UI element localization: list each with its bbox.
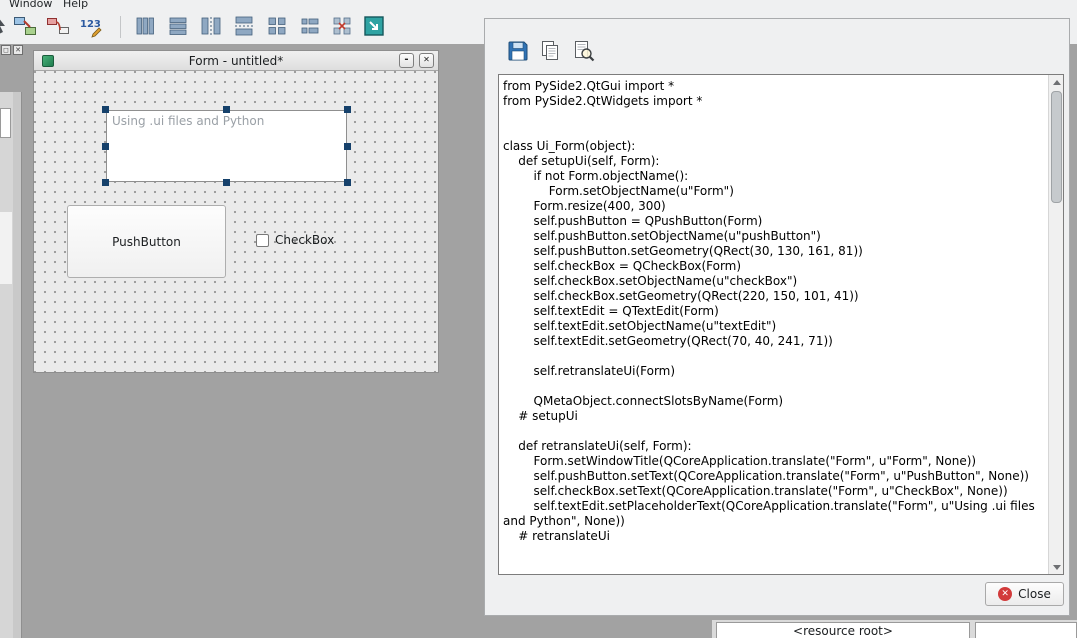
resource-browser-fragment: <resource root> xyxy=(712,620,1077,638)
save-icon[interactable] xyxy=(506,39,530,63)
minimize-button[interactable]: - xyxy=(399,53,414,68)
menu-help[interactable]: Help xyxy=(63,0,88,10)
scroll-down-icon[interactable] xyxy=(1049,560,1064,574)
break-layout-icon[interactable] xyxy=(330,14,354,38)
selection-handle[interactable] xyxy=(102,179,109,186)
layout-vertical-splitter-icon[interactable] xyxy=(232,14,256,38)
form-window-titlebar[interactable]: Form - untitled* - ✕ xyxy=(34,51,438,71)
layout-horizontal-splitter-icon[interactable] xyxy=(199,14,223,38)
scroll-up-icon[interactable] xyxy=(1049,75,1064,89)
generated-python-code: from PySide2.QtGui import * from PySide2… xyxy=(499,75,1047,574)
menubar: Window Help xyxy=(0,0,1077,10)
code-scrollbar[interactable] xyxy=(1048,75,1063,574)
dock-titlebar-buttons: ◻ ✕ xyxy=(1,45,23,55)
dock-float-icon[interactable]: ◻ xyxy=(1,45,11,55)
checkbox-widget[interactable]: CheckBox xyxy=(256,233,334,247)
find-preview-icon[interactable] xyxy=(572,39,596,63)
layout-form-icon[interactable] xyxy=(298,14,322,38)
widget-box-filter-fragment[interactable] xyxy=(0,108,11,138)
edit-widgets-icon[interactable] xyxy=(0,14,12,38)
scrollbar-thumb[interactable] xyxy=(1051,91,1062,203)
layout-horizontal-icon[interactable] xyxy=(133,14,157,38)
checkbox-box[interactable] xyxy=(256,234,269,247)
selection-handle[interactable] xyxy=(102,143,109,150)
selection-handle[interactable] xyxy=(344,106,351,113)
svg-text:123: 123 xyxy=(80,19,101,30)
selection-handle[interactable] xyxy=(223,179,230,186)
edit-tab-order-icon[interactable]: 123 xyxy=(79,14,103,38)
pushbutton-widget[interactable]: PushButton xyxy=(67,205,226,278)
dialog-close-button[interactable]: ✕ Close xyxy=(985,582,1064,606)
selection-handle[interactable] xyxy=(344,143,351,150)
edit-buddies-icon[interactable] xyxy=(46,14,70,38)
widget-box-panel-edge xyxy=(0,92,13,638)
layout-vertical-icon[interactable] xyxy=(166,14,190,38)
checkbox-label: CheckBox xyxy=(275,233,334,247)
toolbar-separator xyxy=(120,16,121,38)
textedit-widget[interactable]: Using .ui files and Python xyxy=(106,110,347,182)
code-preview-dialog: from PySide2.QtGui import * from PySide2… xyxy=(484,18,1070,616)
form-canvas[interactable]: Using .ui files and Python PushButton Ch… xyxy=(34,71,438,372)
resource-root-item[interactable]: <resource root> xyxy=(716,622,970,638)
selection-handle[interactable] xyxy=(344,179,351,186)
widget-box-dock-fragment xyxy=(0,92,22,638)
resource-side-panel xyxy=(975,622,1077,638)
adjust-size-icon[interactable] xyxy=(362,14,386,38)
dock-close-icon[interactable]: ✕ xyxy=(13,45,23,55)
edit-signals-slots-icon[interactable] xyxy=(13,14,37,38)
form-window-title: Form - untitled* xyxy=(34,54,438,68)
menu-window[interactable]: Window xyxy=(9,0,52,10)
close-button-label: Close xyxy=(1018,587,1051,601)
close-button[interactable]: ✕ xyxy=(419,53,434,68)
close-circle-icon: ✕ xyxy=(998,587,1012,601)
code-view[interactable]: from PySide2.QtGui import * from PySide2… xyxy=(498,74,1064,575)
widget-box-list-fragment xyxy=(0,212,12,284)
layout-grid-icon[interactable] xyxy=(265,14,289,38)
form-editor-window: Form - untitled* - ✕ Using .ui files and… xyxy=(33,50,439,373)
selection-handle[interactable] xyxy=(223,106,230,113)
textedit-selection: Using .ui files and Python xyxy=(106,110,347,182)
selection-handle[interactable] xyxy=(102,106,109,113)
copy-icon[interactable] xyxy=(538,39,562,63)
qt-designer-screen: Window Help 123 xyxy=(0,0,1077,638)
